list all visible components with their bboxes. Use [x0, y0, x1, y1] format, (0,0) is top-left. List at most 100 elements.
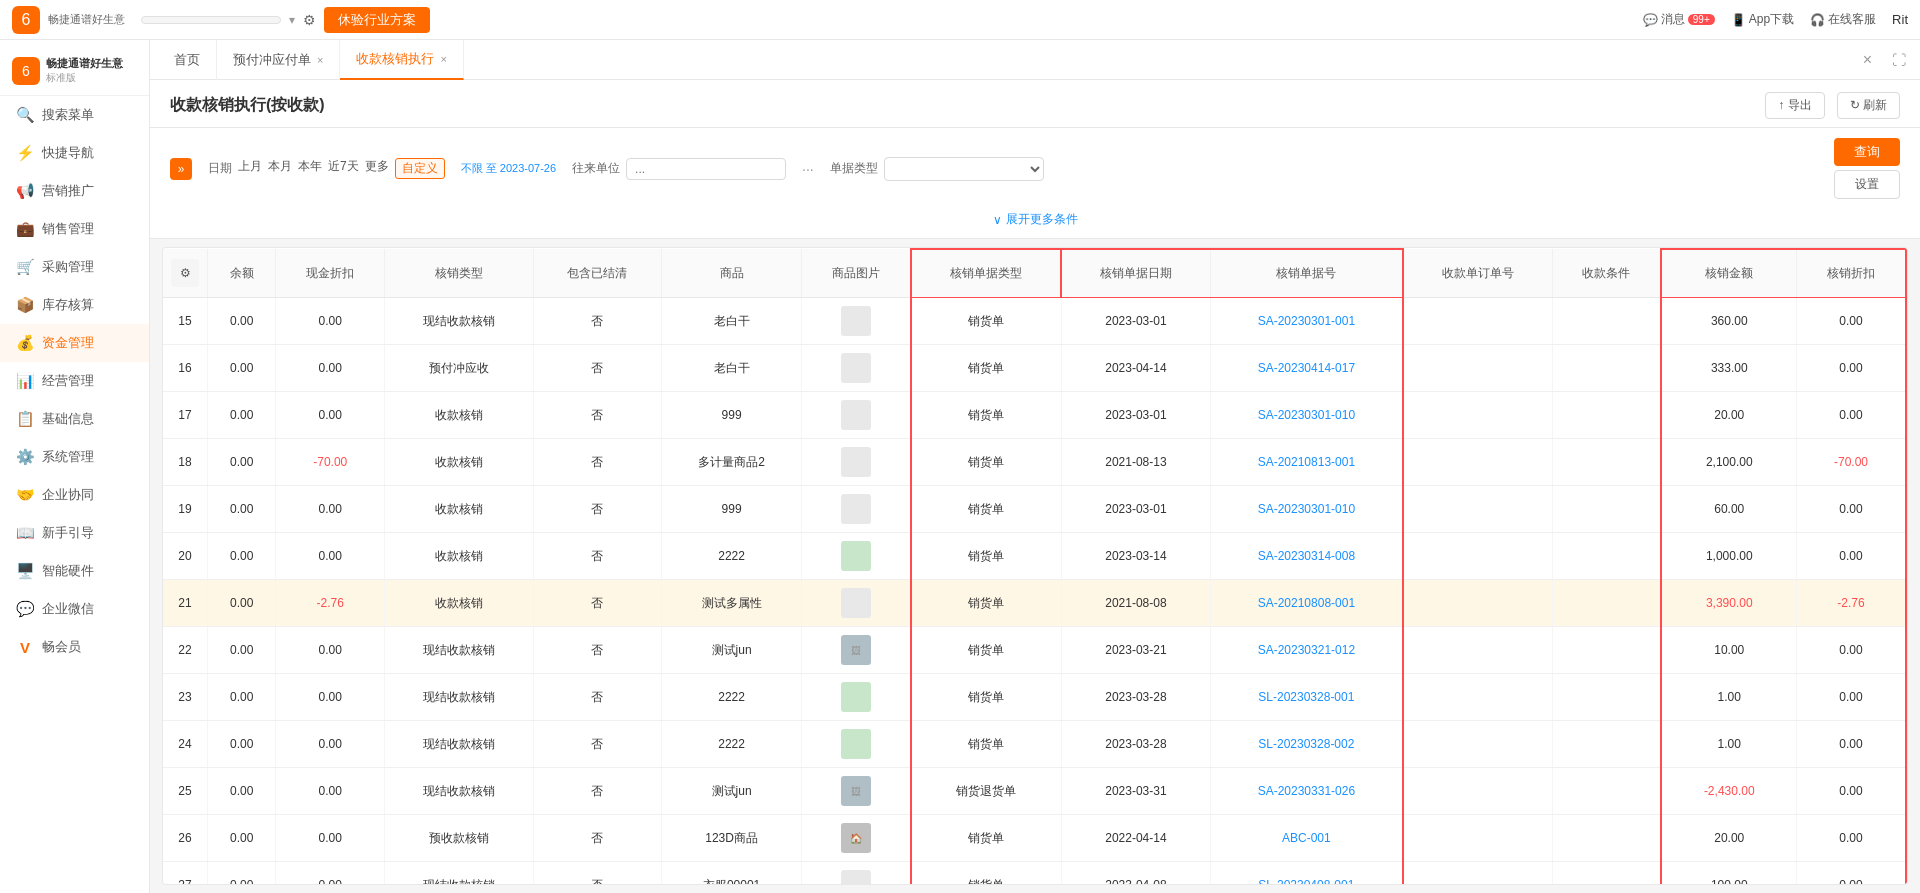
sidebar-item-search[interactable]: 🔍 搜索菜单	[0, 96, 149, 134]
writeoff-no-link[interactable]: SA-20230301-001	[1258, 314, 1355, 328]
online-service-area[interactable]: 🎧 在线客服	[1810, 11, 1876, 28]
sidebar-operations-label: 经营管理	[42, 372, 94, 390]
tab-prepayment[interactable]: 预付冲应付单 ×	[217, 40, 340, 80]
receipt-condition-cell	[1552, 674, 1661, 721]
writeoff-no-link[interactable]: SA-20230414-017	[1258, 361, 1355, 375]
app-name: 畅捷通谱好生意	[48, 12, 125, 27]
writeoff-no-cell: SL-20230328-001	[1211, 674, 1403, 721]
date-custom[interactable]: 自定义	[395, 158, 445, 179]
receipt-order-no-cell	[1403, 862, 1552, 886]
writeoff-no-link[interactable]: SA-20210808-001	[1258, 596, 1355, 610]
sidebar-item-inventory[interactable]: 📦 库存核算	[0, 286, 149, 324]
writeoff-amount-cell: 100.00	[1661, 862, 1796, 886]
search-input[interactable]	[141, 16, 281, 24]
product-cell: 测试jun	[662, 768, 802, 815]
date-more[interactable]: 更多	[365, 158, 389, 179]
filter-expand-arrow[interactable]: »	[170, 158, 192, 180]
messages-area[interactable]: 💬 消息 99+	[1643, 11, 1715, 28]
sidebar-item-operations[interactable]: 📊 经营管理	[0, 362, 149, 400]
writeoff-type-cell: 预收款核销	[385, 815, 534, 862]
writeoff-no-link[interactable]: SL-20230328-001	[1258, 690, 1354, 704]
receipt-condition-cell	[1552, 768, 1661, 815]
expand-more-button[interactable]: ∨ 展开更多条件	[993, 211, 1078, 228]
includes-settled-cell: 否	[533, 345, 662, 392]
settings-icon[interactable]: ⚙	[303, 12, 316, 28]
writeoff-discount-cell: 0.00	[1797, 298, 1906, 345]
receipt-condition-cell	[1552, 627, 1661, 674]
sidebar-item-wechat[interactable]: 💬 企业微信	[0, 590, 149, 628]
sidebar-item-purchase[interactable]: 🛒 采购管理	[0, 248, 149, 286]
row-number: 23	[163, 674, 208, 721]
writeoff-no-link[interactable]: SL-20230328-002	[1258, 737, 1354, 751]
writeoff-order-type-cell: 销货单	[911, 721, 1061, 768]
sidebar-item-basic-info[interactable]: 📋 基础信息	[0, 400, 149, 438]
sidebar-member-label: 畅会员	[42, 638, 81, 656]
writeoff-no-link[interactable]: SL-20230408-001	[1258, 878, 1354, 885]
industry-solution-button[interactable]: 休验行业方案	[324, 7, 430, 33]
writeoff-discount-cell: 0.00	[1797, 392, 1906, 439]
writeoff-no-cell: SA-20230301-010	[1211, 392, 1403, 439]
export-button[interactable]: ↑ 导出	[1765, 92, 1824, 119]
writeoff-no-link[interactable]: ABC-001	[1282, 831, 1331, 845]
date-this-month[interactable]: 本月	[268, 158, 292, 179]
writeoff-no-link[interactable]: SA-20230331-026	[1258, 784, 1355, 798]
sidebar-wechat-label: 企业微信	[42, 600, 94, 618]
query-button[interactable]: 查询	[1834, 138, 1900, 166]
order-type-select[interactable]	[884, 157, 1044, 181]
date-last-month[interactable]: 上月	[238, 158, 262, 179]
sidebar-item-enterprise[interactable]: 🤝 企业协同	[0, 476, 149, 514]
product-cell: 999	[662, 392, 802, 439]
writeoff-date-cell: 2021-08-13	[1061, 439, 1210, 486]
date-range-display[interactable]: 不限 至 2023-07-26	[461, 161, 556, 176]
marketing-icon: 📢	[16, 182, 34, 200]
product-cell: 老白干	[662, 298, 802, 345]
includes-settled-cell: 否	[533, 627, 662, 674]
tab-window-close[interactable]: ×	[1857, 51, 1878, 69]
balance-cell: 0.00	[208, 298, 276, 345]
dropdown-arrow[interactable]: ▾	[289, 13, 295, 27]
sidebar-item-marketing[interactable]: 📢 营销推广	[0, 172, 149, 210]
sidebar-item-guide[interactable]: 📖 新手引导	[0, 514, 149, 552]
date-this-year[interactable]: 本年	[298, 158, 322, 179]
writeoff-no-cell: SA-20230301-010	[1211, 486, 1403, 533]
app-download-area[interactable]: 📱 App下载	[1731, 11, 1794, 28]
tab-prepayment-close[interactable]: ×	[317, 54, 323, 66]
refresh-button[interactable]: ↻ 刷新	[1837, 92, 1900, 119]
expand-more-row: ∨ 展开更多条件	[170, 205, 1900, 228]
tab-home[interactable]: 首页	[158, 40, 217, 80]
finance-icon: 💰	[16, 334, 34, 352]
writeoff-no-link[interactable]: SA-20230314-008	[1258, 549, 1355, 563]
counterparty-input[interactable]	[626, 158, 786, 180]
writeoff-no-link[interactable]: SA-20210813-001	[1258, 455, 1355, 469]
setting-button[interactable]: 设置	[1834, 170, 1900, 199]
sidebar-item-sales[interactable]: 💼 销售管理	[0, 210, 149, 248]
writeoff-amount-cell: 1.00	[1661, 721, 1796, 768]
sidebar-item-hardware[interactable]: 🖥️ 智能硬件	[0, 552, 149, 590]
writeoff-type-cell: 现结收款核销	[385, 768, 534, 815]
th-writeoff-discount: 核销折扣	[1797, 249, 1906, 298]
product-image-cell	[802, 580, 911, 627]
product-image-cell	[802, 862, 911, 886]
product-image-cell	[802, 439, 911, 486]
sidebar-item-finance[interactable]: 💰 资金管理	[0, 324, 149, 362]
page-area: 收款核销执行(按收款) ↑ 导出 ↻ 刷新 »	[150, 80, 1920, 893]
message-icon: 💬	[1643, 13, 1658, 27]
user-name[interactable]: Rit	[1892, 12, 1908, 27]
table-settings-icon[interactable]: ⚙	[171, 259, 199, 287]
writeoff-no-link[interactable]: SA-20230301-010	[1258, 408, 1355, 422]
writeoff-type-cell: 现结收款核销	[385, 627, 534, 674]
tabs-actions: × ⛶	[1857, 51, 1912, 69]
writeoff-no-link[interactable]: SA-20230301-010	[1258, 502, 1355, 516]
tab-writeoff[interactable]: 收款核销执行 ×	[340, 40, 463, 80]
writeoff-no-link[interactable]: SA-20230321-012	[1258, 643, 1355, 657]
date-7-days[interactable]: 近7天	[328, 158, 359, 179]
page-title: 收款核销执行(按收款)	[170, 95, 325, 116]
sidebar-item-member[interactable]: V 畅会员	[0, 628, 149, 666]
tab-writeoff-close[interactable]: ×	[440, 53, 446, 65]
tab-window-expand[interactable]: ⛶	[1886, 52, 1912, 68]
writeoff-no-cell: SA-20210813-001	[1211, 439, 1403, 486]
sidebar-item-shortcuts[interactable]: ⚡ 快捷导航	[0, 134, 149, 172]
writeoff-discount-cell: 0.00	[1797, 627, 1906, 674]
receipt-order-no-cell	[1403, 721, 1552, 768]
sidebar-item-system[interactable]: ⚙️ 系统管理	[0, 438, 149, 476]
